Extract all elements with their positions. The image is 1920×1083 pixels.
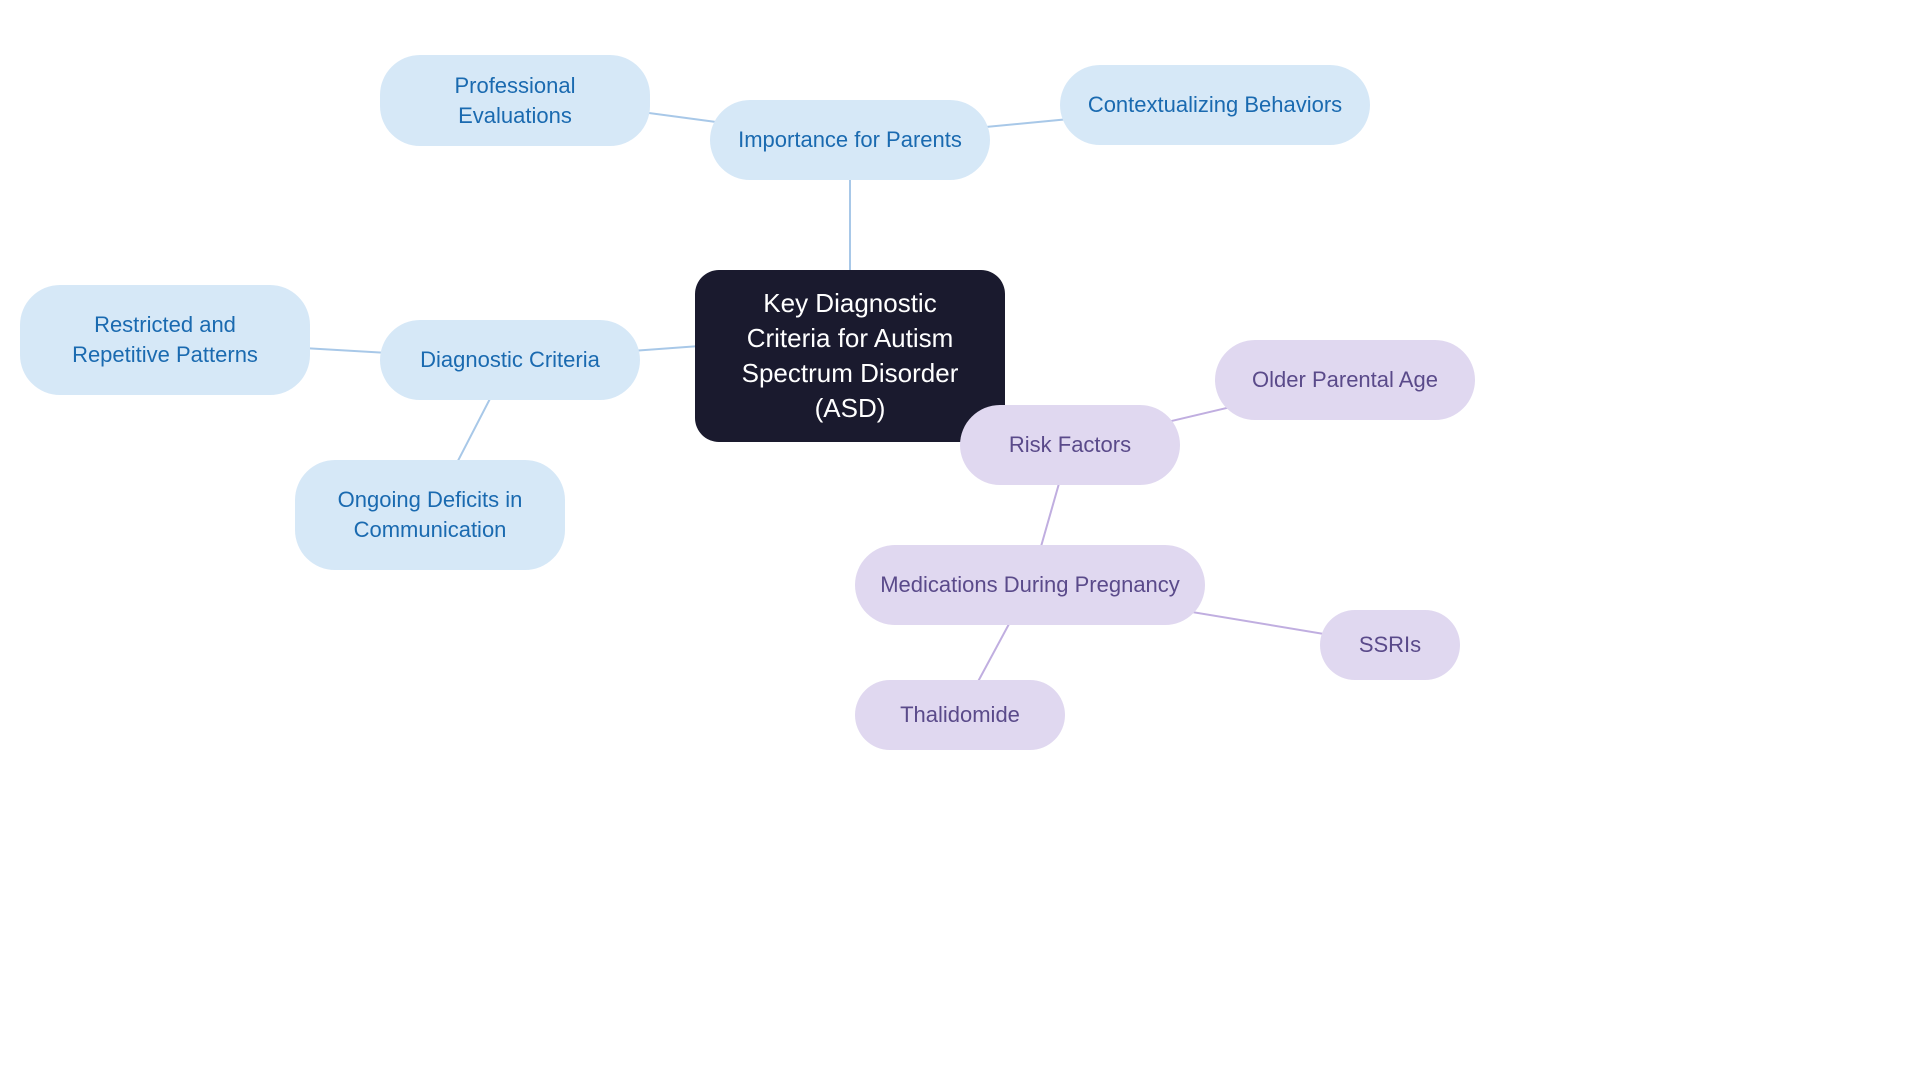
node-label-ongoing_deficits: Ongoing Deficits in Communication xyxy=(319,485,541,544)
node-ongoing_deficits[interactable]: Ongoing Deficits in Communication xyxy=(295,460,565,570)
node-restricted_repetitive[interactable]: Restricted and Repetitive Patterns xyxy=(20,285,310,395)
node-contextualizing_behaviors[interactable]: Contextualizing Behaviors xyxy=(1060,65,1370,145)
node-diagnostic_criteria[interactable]: Diagnostic Criteria xyxy=(380,320,640,400)
node-label-diagnostic_criteria: Diagnostic Criteria xyxy=(420,345,600,375)
node-label-ssris: SSRIs xyxy=(1359,630,1421,660)
node-thalidomide[interactable]: Thalidomide xyxy=(855,680,1065,750)
node-label-professional_evaluations: Professional Evaluations xyxy=(404,71,626,130)
node-label-contextualizing_behaviors: Contextualizing Behaviors xyxy=(1088,90,1342,120)
node-center[interactable]: Key Diagnostic Criteria for Autism Spect… xyxy=(695,270,1005,442)
node-risk_factors[interactable]: Risk Factors xyxy=(960,405,1180,485)
node-label-risk_factors: Risk Factors xyxy=(1009,430,1131,460)
node-older_parental_age[interactable]: Older Parental Age xyxy=(1215,340,1475,420)
node-label-center: Key Diagnostic Criteria for Autism Spect… xyxy=(719,286,981,426)
node-professional_evaluations[interactable]: Professional Evaluations xyxy=(380,55,650,146)
node-label-older_parental_age: Older Parental Age xyxy=(1252,365,1438,395)
node-importance_for_parents[interactable]: Importance for Parents xyxy=(710,100,990,180)
node-label-medications_during_pregnancy: Medications During Pregnancy xyxy=(880,570,1180,600)
node-label-restricted_repetitive: Restricted and Repetitive Patterns xyxy=(44,310,286,369)
node-medications_during_pregnancy[interactable]: Medications During Pregnancy xyxy=(855,545,1205,625)
node-label-importance_for_parents: Importance for Parents xyxy=(738,125,962,155)
node-ssris[interactable]: SSRIs xyxy=(1320,610,1460,680)
node-label-thalidomide: Thalidomide xyxy=(900,700,1020,730)
